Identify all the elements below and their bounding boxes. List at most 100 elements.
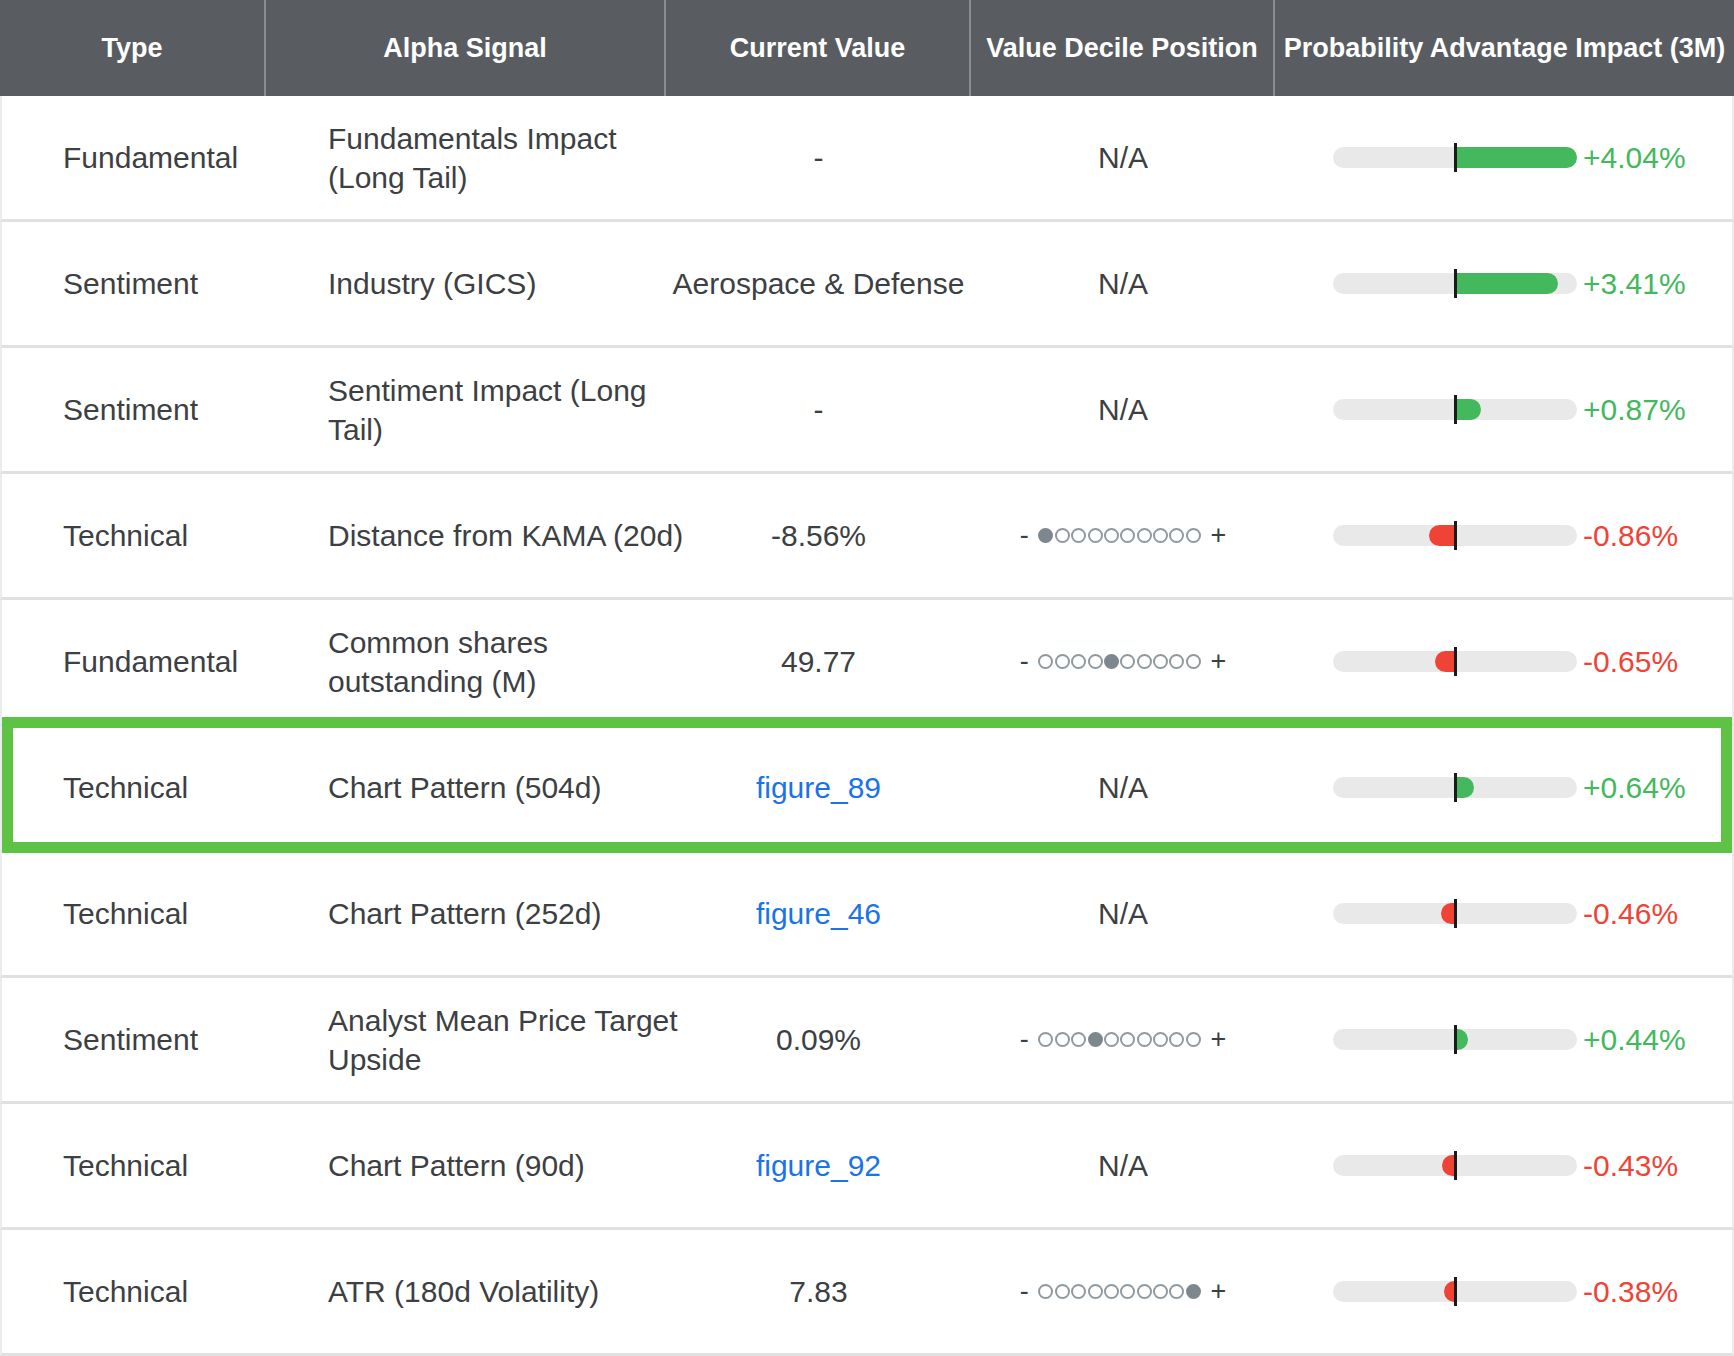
decile-dot-filled	[1186, 1284, 1201, 1299]
decile-dot	[1153, 1032, 1168, 1047]
decile-na-text: N/A	[1098, 897, 1148, 931]
type-cell: Sentiment	[2, 978, 266, 1101]
impact-bar-positive-fill	[1455, 273, 1558, 294]
type-cell: Technical	[2, 1104, 266, 1227]
impact-bar-track	[1333, 1281, 1577, 1302]
impact-bar-track	[1333, 525, 1577, 546]
decile-dot	[1120, 528, 1135, 543]
impact-bar-center-tick	[1454, 395, 1457, 424]
alpha-signal-cell: Chart Pattern (504d)	[266, 726, 666, 849]
current-value-cell: 0.09%	[666, 978, 971, 1101]
table-row: TechnicalATR (180d Volatility)7.83-+-0.3…	[0, 1230, 1734, 1356]
table-row: TechnicalChart Pattern (504d)figure_89N/…	[0, 726, 1734, 852]
impact-value-text: -0.38%	[1583, 1275, 1678, 1309]
column-header-value-decile-position: Value Decile Position	[969, 0, 1273, 96]
impact-bar-positive-fill	[1455, 399, 1481, 420]
impact-bar-center-tick	[1454, 521, 1457, 550]
decile-dot	[1071, 1032, 1086, 1047]
decile-dot	[1186, 654, 1201, 669]
table-row: FundamentalFundamentals Impact (Long Tai…	[0, 96, 1734, 222]
alpha-signal-cell: Industry (GICS)	[266, 222, 666, 345]
column-header-probability-advantage-impact: Probability Advantage Impact (3M)	[1273, 0, 1734, 96]
decile-indicator: -+	[1020, 1024, 1227, 1055]
impact-bar-center-tick	[1454, 269, 1457, 298]
current-value-cell: figure_46	[666, 852, 971, 975]
decile-plus-label: +	[1210, 646, 1226, 677]
type-cell: Technical	[2, 474, 266, 597]
impact-bar-positive-fill	[1455, 777, 1474, 798]
alpha-signal-label: Industry (GICS)	[328, 264, 688, 303]
decile-minus-label: -	[1020, 520, 1029, 551]
alpha-signal-label: Analyst Mean Price Target Upside	[328, 1001, 688, 1079]
impact-bar-track	[1333, 399, 1577, 420]
decile-plus-label: +	[1210, 520, 1226, 551]
figure-link[interactable]: figure_46	[756, 897, 881, 931]
impact-bar-center-tick	[1454, 899, 1457, 928]
impact-bar-positive-fill	[1455, 147, 1577, 168]
impact-bar-center-tick	[1454, 1277, 1457, 1306]
decile-na-text: N/A	[1098, 393, 1148, 427]
impact-bar-track	[1333, 651, 1577, 672]
decile-dot	[1071, 528, 1086, 543]
value-decile-cell: N/A	[971, 852, 1275, 975]
figure-link[interactable]: figure_89	[756, 771, 881, 805]
current-value-cell: figure_89	[666, 726, 971, 849]
impact-bar-positive-fill	[1455, 1029, 1468, 1050]
alpha-signal-label: Fundamentals Impact (Long Tail)	[328, 119, 688, 197]
figure-link[interactable]: figure_92	[756, 1149, 881, 1183]
table-header: Type Alpha Signal Current Value Value De…	[0, 0, 1734, 96]
type-cell: Technical	[2, 852, 266, 975]
decile-dot	[1038, 1032, 1053, 1047]
decile-minus-label: -	[1020, 1276, 1029, 1307]
impact-bar-track	[1333, 273, 1577, 294]
current-value-cell: Aerospace & Defense	[666, 222, 971, 345]
value-decile-cell: -+	[971, 474, 1275, 597]
type-cell: Fundamental	[2, 600, 266, 723]
decile-dot	[1055, 528, 1070, 543]
value-decile-cell: N/A	[971, 222, 1275, 345]
current-value-text: 49.77	[781, 645, 856, 679]
decile-dot	[1153, 528, 1168, 543]
decile-na-text: N/A	[1098, 1149, 1148, 1183]
alpha-signals-table: Type Alpha Signal Current Value Value De…	[0, 0, 1734, 1356]
impact-value-text: +0.87%	[1583, 393, 1686, 427]
decile-na-text: N/A	[1098, 771, 1148, 805]
impact-bar-negative-fill	[1429, 525, 1455, 546]
impact-bar-track	[1333, 147, 1577, 168]
impact-cell: +0.44%	[1275, 978, 1732, 1101]
impact-cell: -0.38%	[1275, 1230, 1732, 1353]
current-value-cell: 49.77	[666, 600, 971, 723]
alpha-signal-label: Chart Pattern (504d)	[328, 768, 688, 807]
table-row: SentimentAnalyst Mean Price Target Upsid…	[0, 978, 1734, 1104]
decile-dot	[1186, 528, 1201, 543]
decile-dot	[1120, 654, 1135, 669]
alpha-signal-label: Distance from KAMA (20d)	[328, 516, 688, 555]
impact-bar-center-tick	[1454, 1151, 1457, 1180]
decile-dot	[1169, 1284, 1184, 1299]
table-row: TechnicalChart Pattern (90d) figure_92 N/A…	[0, 1104, 1734, 1230]
column-header-type: Type	[0, 0, 264, 96]
decile-dot	[1071, 654, 1086, 669]
alpha-signal-cell: Analyst Mean Price Target Upside	[266, 978, 666, 1101]
alpha-signal-cell: ATR (180d Volatility)	[266, 1230, 666, 1353]
decile-dot	[1137, 654, 1152, 669]
decile-dot-filled	[1088, 1032, 1103, 1047]
table-row: Fundamental Common shares outstanding (M)…	[0, 600, 1734, 726]
current-value-text: Aerospace & Defense	[673, 267, 965, 301]
impact-cell: -0.65%	[1275, 600, 1732, 723]
alpha-signal-label: Chart Pattern (252d)	[328, 894, 688, 933]
alpha-signal-cell: Chart Pattern (90d)	[266, 1104, 666, 1227]
decile-dot	[1055, 1284, 1070, 1299]
decile-dot	[1153, 654, 1168, 669]
table-row: SentimentSentiment Impact (Long Tail)-N/…	[0, 348, 1734, 474]
decile-dot	[1169, 528, 1184, 543]
value-decile-cell: N/A	[971, 726, 1275, 849]
type-cell: Sentiment	[2, 222, 266, 345]
current-value-cell: 7.83	[666, 1230, 971, 1353]
column-header-current-value: Current Value	[664, 0, 969, 96]
value-decile-cell: -+	[971, 1230, 1275, 1353]
decile-dot	[1104, 1284, 1119, 1299]
decile-dot	[1120, 1032, 1135, 1047]
alpha-signal-label: Common shares outstanding (M)	[328, 623, 688, 701]
decile-dot	[1169, 1032, 1184, 1047]
